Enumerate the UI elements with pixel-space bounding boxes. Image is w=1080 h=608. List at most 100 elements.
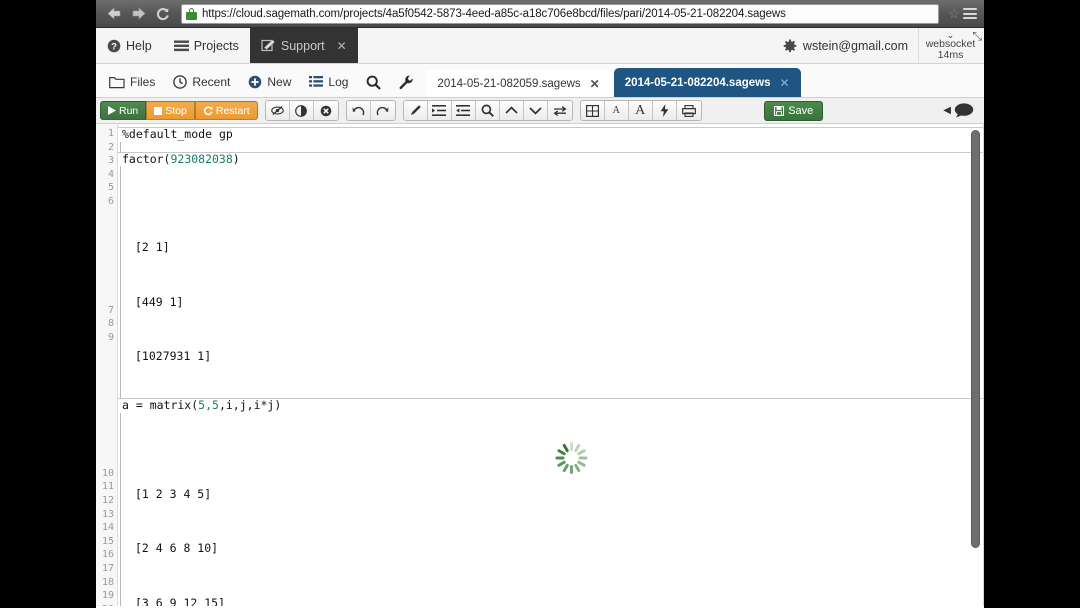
file-tab-082204[interactable]: 2014-05-21-082204.sagews ✕ <box>613 68 801 97</box>
back-arrow-icon[interactable] <box>103 4 125 24</box>
code-number: 923082038 <box>170 151 233 166</box>
account-menu[interactable]: wstein@gmail.com <box>773 28 918 63</box>
line-number: 15 <box>101 535 114 547</box>
browser-nav-buttons <box>100 4 176 24</box>
output-line: [2 1] <box>135 240 170 255</box>
small-font-icon[interactable]: A <box>604 101 629 120</box>
redo-icon[interactable] <box>370 101 395 120</box>
undo-icon[interactable] <box>346 101 371 120</box>
hide-output-icon[interactable] <box>265 101 290 120</box>
chat-toggle[interactable]: ◀ <box>943 103 974 118</box>
cell-default-mode[interactable]: %default_mode gp <box>118 127 984 152</box>
cell-factor[interactable]: factor(923082038) [2 1] [449 1] [1027931… <box>118 151 984 399</box>
line-number-gutter: 1 2 3 4 5 6 . . . . . . . 7 8 9 . . . . <box>96 124 118 606</box>
line-number-blank: . <box>96 426 117 440</box>
save-button-label: Save <box>788 104 814 117</box>
play-icon <box>108 106 116 115</box>
line-number-blank: . <box>96 290 117 304</box>
project-nav-log-label: Log <box>328 75 349 89</box>
wrench-icon <box>399 75 414 89</box>
cell-matrix-input[interactable]: a = matrix(5,5,i,j,i*j) <box>118 398 984 413</box>
line-number-blank: . <box>96 453 117 467</box>
find-icon[interactable] <box>475 101 500 120</box>
menu-item-help-label: Help <box>126 38 152 53</box>
lightning-icon[interactable] <box>652 101 677 120</box>
cell-factor-input[interactable]: factor(923082038) <box>118 151 984 167</box>
cell-factor-output: [2 1] [449 1] [1027931 1] <box>120 166 984 399</box>
line-number-blank: . <box>96 385 117 399</box>
save-button[interactable]: Save <box>764 100 824 121</box>
reload-icon[interactable] <box>151 4 173 24</box>
toggle-icon[interactable] <box>547 101 572 120</box>
project-nav-files-label: Files <box>130 75 156 89</box>
vertical-scrollbar[interactable] <box>971 126 980 596</box>
file-tab-082204-label: 2014-05-21-082204.sagews <box>624 76 771 89</box>
address-bar[interactable]: https://cloud.sagemath.com/projects/4a5f… <box>181 3 940 24</box>
project-nav-new[interactable]: New <box>239 67 300 97</box>
cell-matrix[interactable]: a = matrix(5,5,i,j,i*j) [1 2 3 4 5] [2 4… <box>118 398 984 606</box>
bookmark-star-icon[interactable]: ☆ <box>948 6 960 22</box>
worksheet-body[interactable]: 1 2 3 4 5 6 . . . . . . . 7 8 9 . . . . <box>96 124 984 606</box>
prev-match-icon[interactable] <box>499 101 524 120</box>
line-number: 6 <box>107 195 114 207</box>
output-line: [2 4 6 8 10] <box>135 541 219 556</box>
restart-button[interactable]: Restart <box>194 101 258 120</box>
output-line: [3 6 9 12 15] <box>135 596 226 606</box>
plus-circle-icon <box>249 75 262 89</box>
cell-default-mode-output-stub <box>120 141 984 152</box>
smc-top-menu: ? Help Projects Support ✕ wstein@gmail.c… <box>96 28 984 64</box>
indent-icon[interactable] <box>427 101 452 120</box>
project-nav-search[interactable] <box>357 67 390 97</box>
scrollbar-thumb[interactable] <box>971 130 980 548</box>
websocket-status[interactable]: ⌄ websocket 14ms ⤡ <box>918 28 984 63</box>
code-text: a = matrix( <box>122 398 199 413</box>
code-text: %default_mode <box>122 127 219 141</box>
cell-matrix-output: [1 2 3 4 5] [2 4 6 8 10] [3 6 9 12 15] [… <box>120 412 984 606</box>
worksheet-right-edge <box>983 124 984 606</box>
line-number-blank: . <box>96 222 117 236</box>
large-font-icon[interactable]: A <box>628 101 653 120</box>
project-nav-recent-label: Recent <box>192 75 231 89</box>
spinner-spoke <box>555 456 565 460</box>
delete-output-icon[interactable] <box>313 101 338 120</box>
menu-item-projects[interactable]: Projects <box>163 28 250 63</box>
close-file-tab-082204-icon[interactable]: ✕ <box>779 76 789 90</box>
search-icon <box>367 75 382 90</box>
cell-default-mode-input[interactable]: %default_mode gp <box>118 127 984 142</box>
forward-arrow-icon[interactable] <box>127 4 149 24</box>
line-number: 4 <box>107 168 114 180</box>
stop-square-icon <box>154 106 163 115</box>
table-icon[interactable] <box>580 101 605 120</box>
format-pencil-icon[interactable] <box>403 101 428 120</box>
half-contrast-icon[interactable] <box>289 101 314 120</box>
support-pencil-icon <box>261 39 275 51</box>
project-nav-files[interactable]: Files <box>100 67 164 97</box>
line-number: 13 <box>101 508 114 520</box>
line-number-blank: . <box>96 345 117 359</box>
next-match-icon[interactable] <box>523 101 548 120</box>
help-circle-icon: ? <box>107 39 121 52</box>
project-nav-recent[interactable]: Recent <box>164 67 239 97</box>
toolbar-group-insert: A A <box>579 100 702 121</box>
project-nav-log[interactable]: Log <box>300 67 357 97</box>
screenshot-root: https://cloud.sagemath.com/projects/4a5f… <box>0 0 1080 608</box>
close-file-tab-082059-icon[interactable]: ✕ <box>590 77 600 91</box>
line-number: 18 <box>101 576 114 588</box>
menu-item-help[interactable]: ? Help <box>96 28 163 63</box>
line-number-blank: . <box>96 358 117 372</box>
line-number: 14 <box>101 522 114 534</box>
run-button[interactable]: Run <box>100 101 147 120</box>
file-tab-082059[interactable]: 2014-05-21-082059.sagews ✕ <box>426 70 611 97</box>
stop-button[interactable]: Stop <box>146 101 195 120</box>
menu-item-support[interactable]: Support ✕ <box>249 28 358 63</box>
worksheet-content[interactable]: %default_mode gp factor(923082038) [2 1]… <box>118 124 984 606</box>
close-support-icon[interactable]: ✕ <box>337 39 347 53</box>
line-number: 17 <box>101 563 114 574</box>
hamburger-menu-icon[interactable] <box>960 4 980 24</box>
browser-chrome: https://cloud.sagemath.com/projects/4a5f… <box>96 0 984 28</box>
outdent-icon[interactable] <box>451 101 476 120</box>
fullscreen-expand-icon[interactable]: ⤡ <box>972 30 982 42</box>
print-icon[interactable] <box>676 101 701 120</box>
project-nav-settings[interactable] <box>390 67 423 97</box>
